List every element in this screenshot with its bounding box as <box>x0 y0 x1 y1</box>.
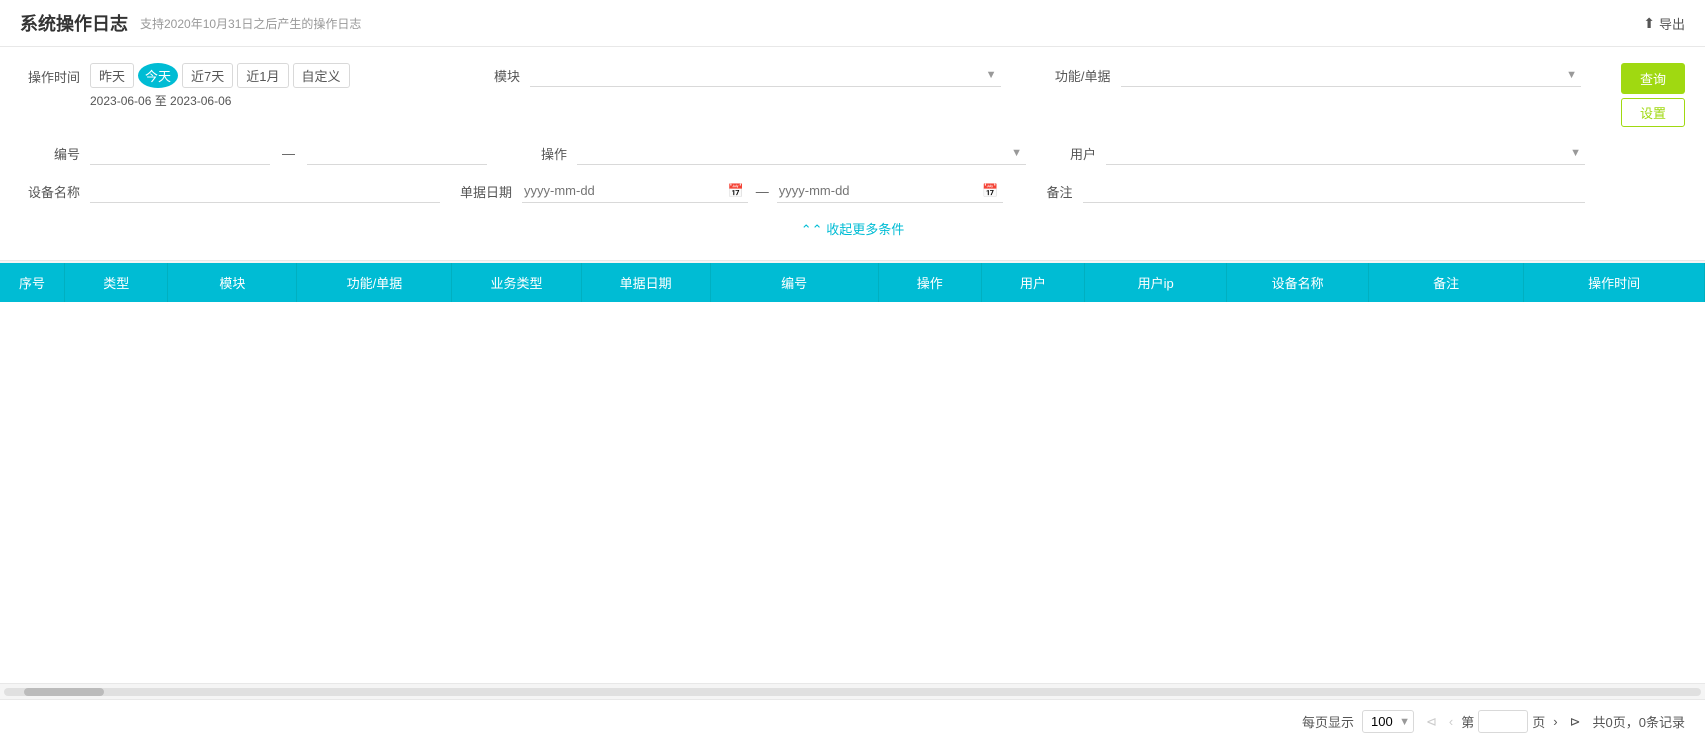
remark-input[interactable] <box>1083 179 1586 203</box>
page-unit: 页 <box>1532 712 1545 731</box>
number-input-start[interactable] <box>90 141 270 165</box>
col-op-time: 操作时间 <box>1524 263 1705 302</box>
prev-page-button[interactable]: ‹ <box>1445 712 1457 731</box>
number-dash: — <box>274 146 303 161</box>
table-body <box>0 302 1705 602</box>
settings-button[interactable]: 设置 <box>1621 98 1685 127</box>
page-header: 系统操作日志 支持2020年10月31日之后产生的操作日志 ⬆ 导出 <box>0 0 1705 47</box>
last7days-btn[interactable]: 近7天 <box>182 63 233 88</box>
filter-area: 操作时间 昨天 今天 近7天 近1月 自定义 2023-06-06 至 2023… <box>0 47 1705 261</box>
voucher-date-start[interactable] <box>522 179 748 203</box>
user-select[interactable] <box>1106 141 1585 165</box>
pagination-nav: ⊲ ‹ 第 1 页 › ⊳ <box>1422 710 1585 733</box>
today-btn[interactable]: 今天 <box>138 63 178 88</box>
time-range-text: 2023-06-06 至 2023-06-06 <box>90 92 350 109</box>
first-page-button[interactable]: ⊲ <box>1422 712 1441 732</box>
table-row-empty <box>0 302 1705 602</box>
operation-select[interactable] <box>577 141 1026 165</box>
header-left: 系统操作日志 支持2020年10月31日之后产生的操作日志 <box>20 10 361 36</box>
horizontal-scrollbar[interactable] <box>0 683 1705 699</box>
scrollbar-thumb[interactable] <box>24 688 104 696</box>
export-icon: ⬆ <box>1643 15 1655 32</box>
query-button[interactable]: 查询 <box>1621 63 1685 94</box>
last-page-button[interactable]: ⊳ <box>1566 712 1585 732</box>
voucher-date-end[interactable] <box>777 179 1003 203</box>
next-page-button[interactable]: › <box>1549 712 1561 731</box>
operation-label: 操作 <box>507 144 577 163</box>
time-label: 操作时间 <box>20 63 90 86</box>
page-title: 系统操作日志 <box>20 10 128 36</box>
remark-label: 备注 <box>1043 182 1083 201</box>
page-label: 第 <box>1461 712 1474 731</box>
per-page-label: 每页显示 <box>1302 712 1354 731</box>
module-label: 模块 <box>460 66 530 85</box>
col-remark: 备注 <box>1369 263 1524 302</box>
custom-btn[interactable]: 自定义 <box>293 63 350 88</box>
col-biz-type: 业务类型 <box>452 263 581 302</box>
yesterday-btn[interactable]: 昨天 <box>90 63 134 88</box>
col-user: 用户 <box>981 263 1084 302</box>
collapse-bar[interactable]: ⌃⌃ 收起更多条件 <box>20 213 1685 244</box>
col-type: 类型 <box>65 263 168 302</box>
voucher-date-label: 单据日期 <box>460 182 522 201</box>
export-label: 导出 <box>1659 14 1685 33</box>
calendar-end-icon[interactable]: 📅 <box>982 183 998 199</box>
col-operation: 操作 <box>878 263 981 302</box>
last1month-btn[interactable]: 近1月 <box>237 63 288 88</box>
total-text: 共0页，0条记录 <box>1593 712 1685 731</box>
col-number: 编号 <box>710 263 878 302</box>
page-size-select[interactable]: 100 50 200 <box>1362 710 1414 733</box>
col-index: 序号 <box>0 263 65 302</box>
action-buttons: 查询 设置 <box>1621 63 1685 127</box>
data-table: 序号 类型 模块 功能/单据 业务类型 单据日期 编号 操作 用户 用户ip 设… <box>0 263 1705 602</box>
col-device: 设备名称 <box>1227 263 1369 302</box>
device-input[interactable] <box>90 179 440 203</box>
device-label: 设备名称 <box>20 182 90 201</box>
page-subtitle: 支持2020年10月31日之后产生的操作日志 <box>140 15 361 32</box>
col-voucher-date: 单据日期 <box>581 263 710 302</box>
number-label: 编号 <box>20 144 90 163</box>
calendar-start-icon[interactable]: 📅 <box>728 183 744 199</box>
page-size-wrapper: 100 50 200 ▼ <box>1362 710 1414 733</box>
user-label: 用户 <box>1066 144 1106 163</box>
col-module: 模块 <box>168 263 297 302</box>
date-dash: — <box>748 184 777 199</box>
number-input-end[interactable] <box>307 141 487 165</box>
collapse-label: 收起更多条件 <box>826 222 904 237</box>
collapse-icon: ⌃⌃ <box>801 222 823 237</box>
col-func: 功能/单据 <box>297 263 452 302</box>
scrollbar-track <box>4 688 1701 696</box>
export-button[interactable]: ⬆ 导出 <box>1643 14 1685 33</box>
current-page-input[interactable]: 1 <box>1478 710 1528 733</box>
col-user-ip: 用户ip <box>1085 263 1227 302</box>
table-header-row: 序号 类型 模块 功能/单据 业务类型 单据日期 编号 操作 用户 用户ip 设… <box>0 263 1705 302</box>
module-select[interactable] <box>530 63 1001 87</box>
data-table-container: 序号 类型 模块 功能/单据 业务类型 单据日期 编号 操作 用户 用户ip 设… <box>0 263 1705 683</box>
func-select[interactable] <box>1121 63 1582 87</box>
pagination: 每页显示 100 50 200 ▼ ⊲ ‹ 第 1 页 › ⊳ 共0页，0条记录 <box>0 699 1705 743</box>
func-label: 功能/单据 <box>1041 66 1121 85</box>
